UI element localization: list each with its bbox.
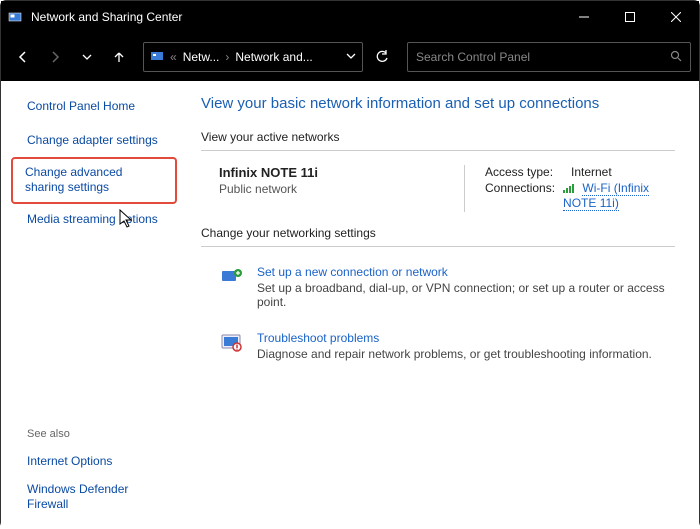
active-network-block: Infinix NOTE 11i Public network Access t… (201, 161, 675, 226)
chevron-right-icon: › (225, 50, 229, 64)
sidebar: Control Panel Home Change adapter settin… (1, 81, 187, 529)
titlebar: Network and Sharing Center (1, 1, 699, 33)
active-networks-heading: View your active networks (201, 130, 675, 144)
page-heading: View your basic network information and … (201, 95, 675, 112)
address-icon (150, 49, 164, 66)
setup-connection-icon (219, 265, 245, 291)
search-icon (670, 50, 682, 65)
breadcrumb-sep: « (170, 50, 177, 64)
window-title: Network and Sharing Center (31, 10, 182, 24)
minimize-button[interactable] (561, 1, 607, 33)
breadcrumb-2[interactable]: Network and... (235, 50, 312, 64)
maximize-button[interactable] (607, 1, 653, 33)
network-type: Public network (219, 182, 452, 196)
up-button[interactable] (105, 43, 133, 71)
troubleshoot-title: Troubleshoot problems (257, 331, 652, 345)
media-streaming-options-link[interactable]: Media streaming options (1, 206, 187, 234)
address-bar[interactable]: « Netw... › Network and... (143, 42, 363, 72)
search-input[interactable]: Search Control Panel (407, 42, 691, 72)
content: Control Panel Home Change adapter settin… (1, 81, 699, 529)
search-placeholder: Search Control Panel (416, 50, 530, 64)
setup-connection-title: Set up a new connection or network (257, 265, 675, 279)
forward-button[interactable] (41, 43, 69, 71)
troubleshoot-option[interactable]: Troubleshoot problems Diagnose and repai… (201, 323, 675, 375)
change-adapter-settings-link[interactable]: Change adapter settings (1, 127, 187, 155)
wifi-signal-icon (563, 182, 575, 196)
windows-defender-firewall-link[interactable]: Windows Defender Firewall (1, 476, 187, 519)
access-type-label: Access type: (485, 165, 563, 179)
breadcrumb-1[interactable]: Netw... (183, 50, 220, 64)
change-advanced-sharing-link[interactable]: Change advanced sharing settings (11, 157, 177, 204)
internet-options-link[interactable]: Internet Options (1, 448, 187, 476)
setup-connection-desc: Set up a broadband, dial-up, or VPN conn… (257, 281, 675, 309)
troubleshoot-icon (219, 331, 245, 357)
control-panel-icon (7, 9, 23, 25)
divider (201, 150, 675, 151)
navbar: « Netw... › Network and... Search Contro… (1, 33, 699, 81)
connections-label: Connections: (485, 181, 555, 210)
divider (201, 246, 675, 247)
control-panel-home-link[interactable]: Control Panel Home (1, 99, 187, 127)
network-name: Infinix NOTE 11i (219, 165, 452, 180)
setup-connection-option[interactable]: Set up a new connection or network Set u… (201, 257, 675, 323)
troubleshoot-desc: Diagnose and repair network problems, or… (257, 347, 652, 361)
close-button[interactable] (653, 1, 699, 33)
connection-link[interactable]: Wi-Fi (Infinix NOTE 11i) (563, 181, 649, 211)
main-panel: View your basic network information and … (187, 81, 699, 529)
recent-dropdown[interactable] (73, 43, 101, 71)
see-also-label: See also (1, 428, 187, 448)
change-settings-heading: Change your networking settings (201, 226, 675, 240)
address-dropdown[interactable] (346, 50, 356, 64)
access-type-value: Internet (571, 165, 612, 179)
back-button[interactable] (9, 43, 37, 71)
refresh-button[interactable] (367, 43, 397, 71)
